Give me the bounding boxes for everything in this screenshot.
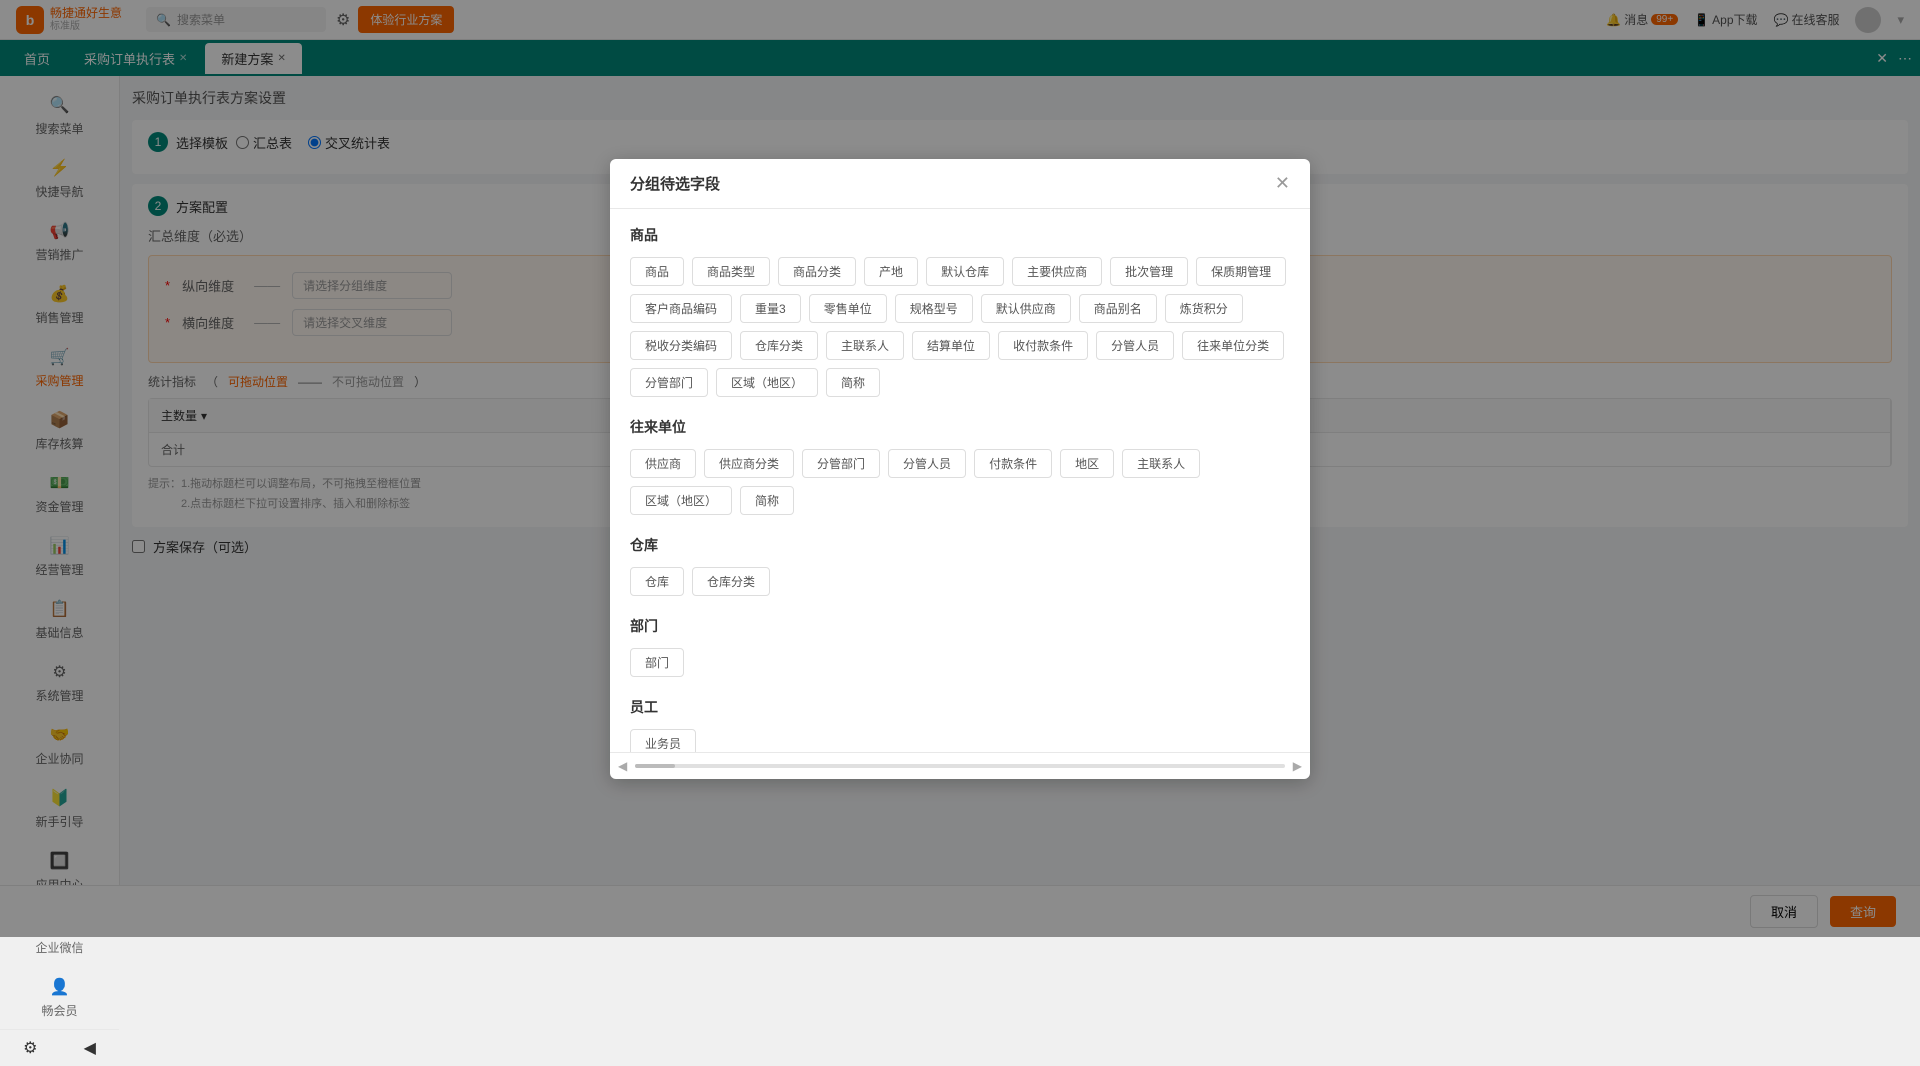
field-tag[interactable]: 区域（地区） [716,368,818,397]
sidebar-settings-icon[interactable]: ⚙ [23,1038,37,1058]
sidebar-item-member[interactable]: 👤 畅会员 [0,966,119,1029]
section-dept-fields: 部门 [630,648,1290,677]
section-warehouse: 仓库 仓库 仓库分类 [630,535,1290,596]
field-tag[interactable]: 商品别名 [1079,294,1157,323]
scroll-right-arrow[interactable]: ▶ [1293,759,1302,773]
field-tag[interactable]: 供应商 [630,449,696,478]
field-tag[interactable]: 主联系人 [1122,449,1200,478]
scroll-left-arrow[interactable]: ◀ [618,759,627,773]
section-partner-fields: 供应商 供应商分类 分管部门 分管人员 付款条件 地区 主联系人 区域（地区） … [630,449,1290,515]
modal-dialog: 分组待选字段 ✕ 商品 商品 商品类型 商品分类 产地 默认仓库 主要供应商 批… [610,159,1310,779]
field-tag[interactable]: 结算单位 [912,331,990,360]
modal-title: 分组待选字段 [630,173,720,194]
modal-body: 商品 商品 商品类型 商品分类 产地 默认仓库 主要供应商 批次管理 保质期管理… [610,209,1310,752]
field-tag[interactable]: 分管人员 [888,449,966,478]
field-tag[interactable]: 主联系人 [826,331,904,360]
field-tag[interactable]: 保质期管理 [1196,257,1286,286]
section-product-fields: 商品 商品类型 商品分类 产地 默认仓库 主要供应商 批次管理 保质期管理 客户… [630,257,1290,397]
section-employee-title: 员工 [630,697,1290,717]
field-tag[interactable]: 分管部门 [630,368,708,397]
field-tag[interactable]: 地区 [1060,449,1114,478]
field-tag[interactable]: 业务员 [630,729,696,752]
section-warehouse-title: 仓库 [630,535,1290,555]
modal-scroll-bar: ◀ ▶ [610,752,1310,779]
field-tag[interactable]: 商品 [630,257,684,286]
field-tag[interactable]: 零售单位 [809,294,887,323]
section-product: 商品 商品 商品类型 商品分类 产地 默认仓库 主要供应商 批次管理 保质期管理… [630,225,1290,397]
member-icon: 👤 [49,976,71,998]
section-partner-title: 往来单位 [630,417,1290,437]
modal-header: 分组待选字段 ✕ [610,159,1310,209]
field-tag[interactable]: 客户商品编码 [630,294,732,323]
field-tag[interactable]: 简称 [740,486,794,515]
field-tag[interactable]: 仓库分类 [692,567,770,596]
section-employee: 员工 业务员 [630,697,1290,752]
field-tag[interactable]: 分管部门 [802,449,880,478]
field-tag[interactable]: 简称 [826,368,880,397]
field-tag[interactable]: 区域（地区） [630,486,732,515]
field-tag[interactable]: 收付款条件 [998,331,1088,360]
field-tag[interactable]: 重量3 [740,294,801,323]
field-tag[interactable]: 默认仓库 [926,257,1004,286]
field-tag[interactable]: 分管人员 [1096,331,1174,360]
field-tag[interactable]: 规格型号 [895,294,973,323]
field-tag[interactable]: 默认供应商 [981,294,1071,323]
section-employee-fields: 业务员 [630,729,1290,752]
field-tag[interactable]: 产地 [864,257,918,286]
field-tag[interactable]: 商品类型 [692,257,770,286]
field-tag[interactable]: 部门 [630,648,684,677]
field-tag[interactable]: 仓库分类 [740,331,818,360]
field-tag[interactable]: 炼货积分 [1165,294,1243,323]
scroll-track[interactable] [635,764,1285,768]
field-tag[interactable]: 往来单位分类 [1182,331,1284,360]
sidebar-collapse-icon[interactable]: ◀ [84,1038,96,1058]
field-tag[interactable]: 付款条件 [974,449,1052,478]
section-partner: 往来单位 供应商 供应商分类 分管部门 分管人员 付款条件 地区 主联系人 区域… [630,417,1290,515]
field-tag[interactable]: 供应商分类 [704,449,794,478]
modal-overlay: 分组待选字段 ✕ 商品 商品 商品类型 商品分类 产地 默认仓库 主要供应商 批… [0,0,1920,937]
field-tag[interactable]: 主要供应商 [1012,257,1102,286]
section-dept-title: 部门 [630,616,1290,636]
sidebar-bottom: ⚙ ◀ [0,1029,119,1066]
field-tag[interactable]: 税收分类编码 [630,331,732,360]
section-warehouse-fields: 仓库 仓库分类 [630,567,1290,596]
modal-close-btn[interactable]: ✕ [1275,173,1290,194]
section-product-title: 商品 [630,225,1290,245]
scroll-thumb [635,764,675,768]
section-dept: 部门 部门 [630,616,1290,677]
field-tag[interactable]: 仓库 [630,567,684,596]
field-tag[interactable]: 批次管理 [1110,257,1188,286]
field-tag[interactable]: 商品分类 [778,257,856,286]
